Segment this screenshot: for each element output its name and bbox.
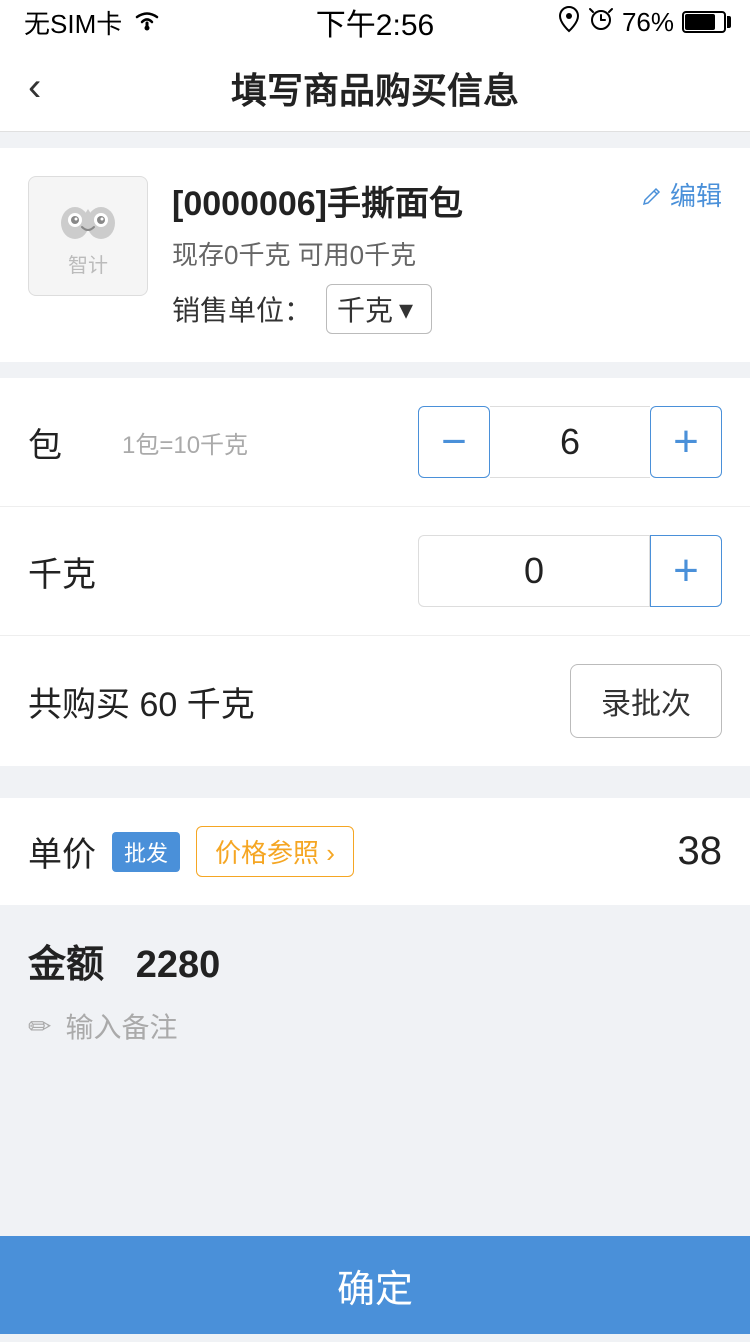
page-title: 填写商品购买信息 <box>231 62 519 114</box>
product-name: [0000006]手撕面包 <box>172 176 463 225</box>
product-stock: 现存0千克 可用0千克 <box>172 235 722 272</box>
package-quantity-control: − + <box>418 406 722 478</box>
product-image: 智计 <box>28 176 148 296</box>
wifi-icon <box>132 7 162 38</box>
confirm-label: 确定 <box>337 1258 413 1313</box>
carrier-label: 无SIM卡 <box>24 4 122 41</box>
divider-1 <box>0 362 750 378</box>
price-reference-button[interactable]: 价格参照 › <box>196 826 354 877</box>
package-decrement-button[interactable]: − <box>418 406 490 478</box>
price-value: 38 <box>678 829 723 874</box>
location-icon <box>558 5 580 40</box>
product-info: [0000006]手撕面包 编辑 现存0千克 可用0千克 销售单位： 千克 ▾ <box>172 176 722 334</box>
package-row: 包 1包=10千克 − + <box>0 378 750 507</box>
status-right: 76% <box>558 5 726 40</box>
brand-label: 智计 <box>68 249 108 278</box>
amount-label: 金额 <box>28 944 104 986</box>
chevron-down-icon: ▾ <box>399 293 413 326</box>
kilogram-quantity-control: + <box>418 535 722 607</box>
back-button[interactable]: ‹ <box>28 65 41 110</box>
package-section: 包 1包=10千克 − + 千克 + <box>0 378 750 636</box>
total-label: 共购买 60 千克 <box>28 677 255 726</box>
product-section: 智计 [0000006]手撕面包 编辑 现存0千克 可用0千克 销售单位： 千克… <box>0 148 750 362</box>
kilogram-quantity-input[interactable] <box>418 535 650 607</box>
edit-link[interactable]: 编辑 <box>642 176 722 213</box>
status-left: 无SIM卡 <box>24 4 162 41</box>
price-row: 单价 批发 价格参照 › 38 <box>28 826 722 877</box>
unit-label: 销售单位： <box>172 289 312 329</box>
amount-row: 金额 2280 <box>28 933 722 988</box>
clock: 下午2:56 <box>316 0 434 44</box>
batch-button[interactable]: 录批次 <box>570 664 722 738</box>
pencil-icon: ✏ <box>28 1010 51 1043</box>
package-sublabel: 1包=10千克 <box>122 425 418 460</box>
unit-value: 千克 <box>337 289 393 329</box>
wholesale-badge: 批发 <box>112 832 180 872</box>
status-bar: 无SIM卡 下午2:56 76% <box>0 0 750 44</box>
nav-bar: ‹ 填写商品购买信息 <box>0 44 750 132</box>
kilogram-row: 千克 + <box>0 507 750 636</box>
alarm-icon <box>588 6 614 39</box>
battery-icon <box>682 11 726 33</box>
total-row: 共购买 60 千克 录批次 <box>0 636 750 766</box>
kilogram-label: 千克 <box>28 547 108 596</box>
package-increment-button[interactable]: + <box>650 406 722 478</box>
battery-percent: 76% <box>622 7 674 38</box>
price-label: 单价 <box>28 827 96 876</box>
product-owl-icon <box>53 195 123 245</box>
amount-section: 金额 2280 ✏ 输入备注 <box>0 905 750 1062</box>
kilogram-increment-button[interactable]: + <box>650 535 722 607</box>
edit-icon <box>642 184 664 206</box>
product-unit-row: 销售单位： 千克 ▾ <box>172 284 722 334</box>
unit-select[interactable]: 千克 ▾ <box>326 284 432 334</box>
package-quantity-input[interactable] <box>490 406 650 478</box>
package-label: 包 <box>28 418 108 467</box>
amount-value: 2280 <box>136 944 221 986</box>
divider-2 <box>0 766 750 782</box>
note-row[interactable]: ✏ 输入备注 <box>28 1006 722 1046</box>
note-placeholder: 输入备注 <box>65 1006 177 1046</box>
confirm-button[interactable]: 确定 <box>0 1236 750 1334</box>
price-section: 单价 批发 价格参照 › 38 <box>0 798 750 905</box>
